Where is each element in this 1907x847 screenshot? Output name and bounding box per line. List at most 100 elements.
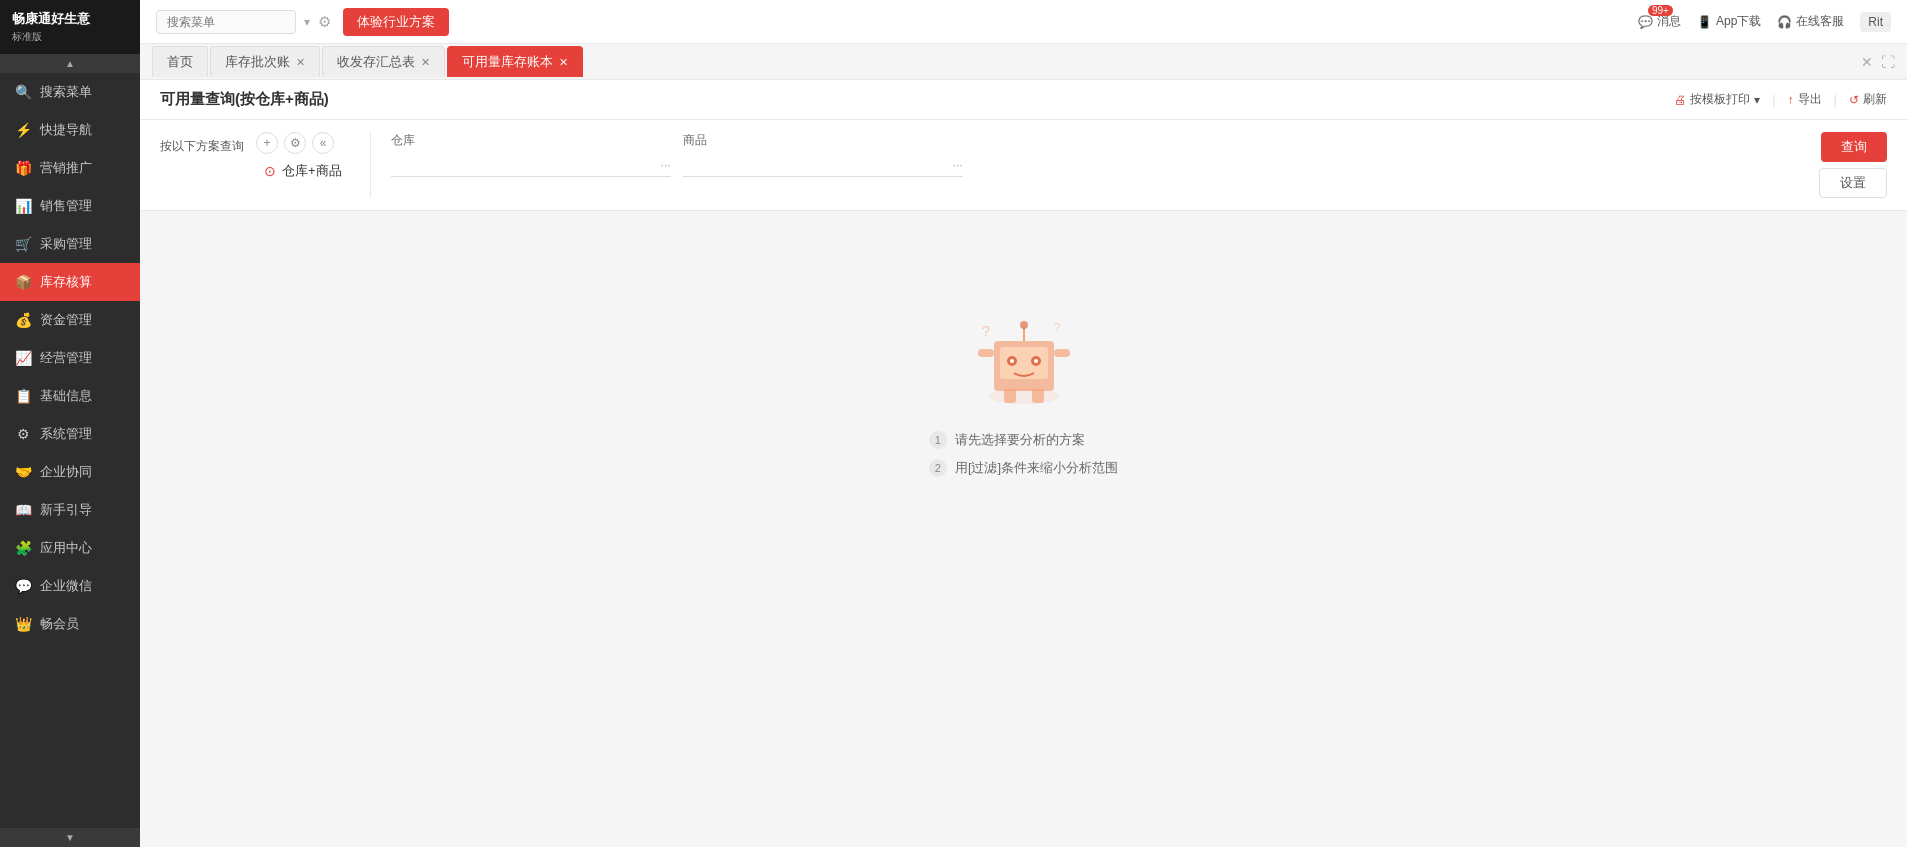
tab-label-1: 库存批次账 (225, 53, 290, 71)
tab-label-3: 可用量库存账本 (462, 53, 553, 71)
warehouse-input[interactable] (391, 157, 657, 172)
empty-state: ? ? 1 请先选择要分析的方案 2 用[过滤]条件来缩小分析范围 (140, 211, 1907, 557)
sidebar-icon-11: 📖 (14, 502, 32, 518)
sidebar-icon-10: 🤝 (14, 464, 32, 480)
svg-text:?: ? (1054, 321, 1060, 333)
sidebar-item-2[interactable]: 🎁营销推广 (0, 149, 140, 187)
warehouse-field-label: 仓库 (391, 132, 671, 149)
product-field-input-container: ··· (683, 153, 963, 177)
export-icon: ↑ (1788, 93, 1794, 107)
close-all-tabs-button[interactable]: ✕ (1861, 54, 1873, 70)
sidebar-scroll-down[interactable]: ▼ (0, 828, 140, 847)
print-label: 按模板打印 (1690, 91, 1750, 108)
sidebar-icon-3: 📊 (14, 198, 32, 214)
empty-illustration: ? ? (964, 291, 1084, 411)
user-menu[interactable]: Rit (1860, 12, 1891, 32)
sidebar-icon-14: 👑 (14, 616, 32, 632)
sidebar-item-13[interactable]: 💬 企业微信 (0, 567, 140, 605)
sidebar-item-11[interactable]: 📖 新手引导 (0, 491, 140, 529)
tip-number-1: 1 (929, 431, 947, 449)
sidebar-item-7[interactable]: 📈经营管理 (0, 339, 140, 377)
sidebar-label-11: 新手引导 (40, 501, 92, 519)
settings-button[interactable]: 设置 (1819, 168, 1887, 198)
industry-button[interactable]: 体验行业方案 (343, 8, 449, 36)
messages-button[interactable]: 💬 消息 99+ (1638, 13, 1681, 30)
tab-2[interactable]: 收发存汇总表✕ (322, 46, 445, 77)
svg-rect-10 (1032, 389, 1044, 403)
sidebar-item-14[interactable]: 👑畅会员 (0, 605, 140, 643)
sidebar: 畅康通好生意 标准版 ▲ 🔍搜索菜单⚡快捷导航🎁营销推广📊销售管理 🛒 采购管理 📦库… (0, 0, 140, 847)
brand-version: 标准版 (12, 30, 128, 44)
print-icon: 🖨 (1674, 93, 1686, 107)
app-download-button[interactable]: 📱 App下载 (1697, 13, 1761, 30)
expand-icon[interactable]: ⛶ (1881, 54, 1895, 70)
filter-divider (370, 132, 371, 198)
add-scheme-button[interactable]: + (256, 132, 278, 154)
print-arrow-icon: ▾ (1754, 93, 1760, 107)
filter-area: 按以下方案查询 + ⚙ « ⊙ 仓库+商品 仓库 ··· (140, 120, 1907, 211)
filter-schemes: + ⚙ « ⊙ 仓库+商品 (256, 132, 350, 184)
sidebar-item-4[interactable]: 🛒 采购管理 (0, 225, 140, 263)
scheme-actions: + ⚙ « (256, 132, 350, 154)
tip-text-1: 请先选择要分析的方案 (955, 431, 1085, 449)
print-button[interactable]: 🖨 按模板打印 ▾ (1674, 91, 1760, 108)
tab-0[interactable]: 首页 (152, 46, 208, 77)
warehouse-more-icon[interactable]: ··· (661, 158, 671, 172)
svg-point-5 (1010, 359, 1014, 363)
svg-rect-7 (978, 349, 994, 357)
sidebar-item-6[interactable]: 💰资金管理 (0, 301, 140, 339)
sidebar-icon-4: 🛒 (14, 236, 32, 252)
sidebar-item-9[interactable]: ⚙系统管理 (0, 415, 140, 453)
scheme-collapse-button[interactable]: « (312, 132, 334, 154)
sidebar-item-5[interactable]: 📦库存核算 (0, 263, 140, 301)
sidebar-item-8[interactable]: 📋基础信息 (0, 377, 140, 415)
sidebar-icon-7: 📈 (14, 350, 32, 366)
sidebar-item-0[interactable]: 🔍搜索菜单 (0, 73, 140, 111)
sidebar-icon-2: 🎁 (14, 160, 32, 176)
sidebar-item-3[interactable]: 📊销售管理 (0, 187, 140, 225)
tab-close-3[interactable]: ✕ (559, 56, 568, 69)
svg-rect-2 (1000, 347, 1048, 379)
scheme-settings-button[interactable]: ⚙ (284, 132, 306, 154)
sidebar-label-4: 采购管理 (40, 235, 92, 253)
scheme-item-icon: ⊙ (264, 163, 276, 179)
gear-icon[interactable]: ⚙ (318, 13, 331, 31)
tip-number-2: 2 (929, 459, 947, 477)
svg-point-12 (1020, 321, 1028, 329)
sidebar-icon-13: 💬 (14, 578, 32, 594)
sidebar-item-10[interactable]: 🤝企业协同 (0, 453, 140, 491)
product-more-icon[interactable]: ··· (953, 158, 963, 172)
tab-close-1[interactable]: ✕ (296, 56, 305, 69)
tabbar: 首页库存批次账✕收发存汇总表✕可用量库存账本✕ ✕ ⛶ (140, 44, 1907, 80)
tabbar-actions: ✕ ⛶ (1861, 54, 1895, 70)
action-divider-2: | (1834, 92, 1837, 107)
tip-text-2: 用[过滤]条件来缩小分析范围 (955, 459, 1118, 477)
scheme-item-warehouse-product[interactable]: ⊙ 仓库+商品 (256, 158, 350, 184)
svg-point-6 (1034, 359, 1038, 363)
online-service-button[interactable]: 🎧 在线客服 (1777, 13, 1844, 30)
tab-3[interactable]: 可用量库存账本 ✕ (447, 46, 583, 77)
tab-close-2[interactable]: ✕ (421, 56, 430, 69)
export-button[interactable]: ↑ 导出 (1788, 91, 1822, 108)
tab-1[interactable]: 库存批次账 ✕ (210, 46, 320, 77)
app-icon: 📱 (1697, 15, 1712, 29)
product-input[interactable] (683, 157, 949, 172)
sidebar-label-1: 快捷导航 (40, 121, 92, 139)
dropdown-arrow-icon[interactable]: ▾ (304, 15, 310, 29)
search-input[interactable] (156, 10, 296, 34)
app-label: App下载 (1716, 13, 1761, 30)
export-label: 导出 (1798, 91, 1822, 108)
refresh-button[interactable]: ↺ 刷新 (1849, 91, 1887, 108)
tab-label-0: 首页 (167, 53, 193, 71)
sidebar-header: 畅康通好生意 标准版 (0, 0, 140, 54)
sidebar-label-13: 企业微信 (40, 577, 92, 595)
query-button[interactable]: 查询 (1821, 132, 1887, 162)
sidebar-scroll-up[interactable]: ▲ (0, 54, 140, 73)
sidebar-item-1[interactable]: ⚡快捷导航 (0, 111, 140, 149)
filter-fields: 仓库 ··· 商品 ··· (391, 132, 1807, 177)
service-label: 在线客服 (1796, 13, 1844, 30)
empty-tip-1: 1 请先选择要分析的方案 (929, 431, 1118, 449)
sidebar-icon-12: 🧩 (14, 540, 32, 556)
filter-field-product: 商品 ··· (683, 132, 963, 177)
sidebar-item-12[interactable]: 🧩应用中心 (0, 529, 140, 567)
